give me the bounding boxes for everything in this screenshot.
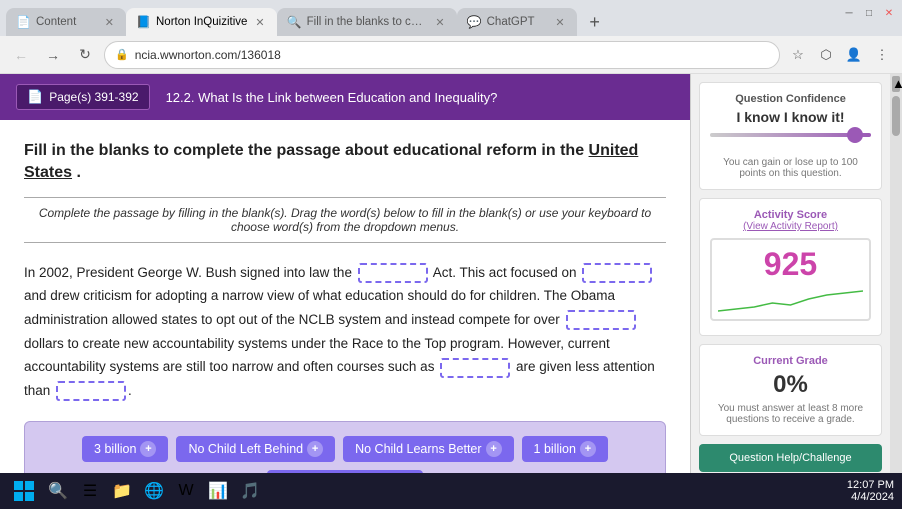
right-panel: Question Confidence I know I know it! Yo… [690,74,890,509]
grade-title: Current Grade [710,355,871,367]
blank-2[interactable] [582,263,652,283]
blank-4[interactable] [440,358,510,378]
extensions-button[interactable]: ⬡ [814,43,838,67]
new-tab-button[interactable]: + [581,8,609,36]
taskbar-word[interactable]: W [172,477,200,505]
quiz-title-end: . [76,164,80,181]
blank-1[interactable] [358,263,428,283]
confidence-note: You can gain or lose up to 100 points on… [710,157,871,179]
blank-5[interactable] [56,381,126,401]
page-badge-icon: 📄 [27,89,43,105]
maximize-button[interactable]: □ [860,4,878,22]
taskbar-app2[interactable]: 🎵 [236,477,264,505]
word-chip-1billion-plus: + [580,441,596,457]
tab-chatgpt[interactable]: 💬 ChatGPT ✕ [457,8,577,36]
tab-norton-close[interactable]: ✕ [253,14,266,31]
tab-content-title: Content [36,16,97,28]
time: 12:07 PM [847,479,894,491]
minimize-button[interactable]: ─ [840,4,858,22]
taskbar-widgets[interactable]: ☰ [76,477,104,505]
browser-chrome: 📄 Content ✕ 📘 Norton InQuizitive ✕ 🔍 Fil… [0,0,902,74]
help-challenge-button[interactable]: Question Help/Challenge [699,444,882,472]
tab-norton-title: Norton InQuizitive [156,16,247,28]
word-chip-1billion[interactable]: 1 billion + [522,436,608,462]
taskbar-edge[interactable]: 🌐 [140,477,168,505]
quiz-content: Fill in the blanks to complete the passa… [0,120,690,509]
tab-content[interactable]: 📄 Content ✕ [6,8,126,36]
address-text: ncia.wwnorton.com/136018 [135,48,769,62]
close-button[interactable]: ✕ [880,4,898,22]
confidence-card: Question Confidence I know I know it! Yo… [699,82,882,190]
refresh-button[interactable]: ↻ [72,42,98,68]
tab-fill-close[interactable]: ✕ [433,14,446,31]
header-bar: 📄 Page(s) 391-392 12.2. What Is the Link… [0,74,690,120]
forward-button[interactable]: → [40,42,66,68]
tab-chatgpt-close[interactable]: ✕ [553,14,566,31]
blank-3[interactable] [566,310,636,330]
grade-note: You must answer at least 8 more question… [710,403,871,425]
score-value: 925 [764,246,817,282]
address-bar[interactable]: 🔒 ncia.wwnorton.com/136018 [104,41,780,69]
start-button[interactable] [8,475,40,507]
tab-content-favicon: 📄 [16,15,30,29]
quiz-title-text: Fill in the blanks to complete the passa… [24,142,584,159]
word-chip-nclb-label: No Child Left Behind [188,442,303,456]
word-chip-nclb[interactable]: No Child Left Behind + [176,436,335,462]
tab-norton[interactable]: 📘 Norton InQuizitive ✕ [126,8,277,36]
activity-card: Activity Score (View Activity Report) 92… [699,198,882,336]
taskbar-search[interactable]: 🔍 [44,477,72,505]
grade-value: 0% [710,371,871,399]
scroll-thumb[interactable] [892,96,900,136]
word-chip-3billion[interactable]: 3 billion + [82,436,168,462]
word-chip-3billion-plus: + [140,441,156,457]
taskbar: 🔍 ☰ 📁 🌐 W 📊 🎵 12:07 PM 4/4/2024 [0,473,902,509]
profile-button[interactable]: 👤 [842,43,866,67]
tab-content-close[interactable]: ✕ [103,14,116,31]
word-chip-1billion-label: 1 billion [534,442,576,456]
taskbar-app1[interactable]: 📊 [204,477,232,505]
grade-card: Current Grade 0% You must answer at leas… [699,344,882,436]
nav-bar: ← → ↻ 🔒 ncia.wwnorton.com/136018 ☆ ⬡ 👤 ⋮ [0,36,902,74]
confidence-value: I know I know it! [710,109,871,125]
back-button[interactable]: ← [8,42,34,68]
score-display: 925 [710,238,871,321]
tab-fill[interactable]: 🔍 Fill in the blanks to complete t... ✕ [277,8,457,36]
activity-report-link[interactable]: (View Activity Report) [710,221,871,232]
scrollbar[interactable]: ▲ ▼ [890,74,902,509]
word-chip-nclbetter-label: No Child Learns Better [355,442,481,456]
taskbar-time: 12:07 PM 4/4/2024 [847,479,894,503]
tab-fill-title: Fill in the blanks to complete t... [307,16,428,28]
word-chip-nclb-plus: + [307,441,323,457]
word-chip-3billion-label: 3 billion [94,442,136,456]
quiz-title: Fill in the blanks to complete the passa… [24,140,666,185]
bookmark-button[interactable]: ☆ [786,43,810,67]
page-badge: 📄 Page(s) 391-392 [16,84,150,110]
slider-thumb[interactable] [847,127,863,143]
date: 4/4/2024 [847,491,894,503]
taskbar-file-explorer[interactable]: 📁 [108,477,136,505]
activity-title: Activity Score [710,209,871,221]
passage-text: In 2002, President George W. Bush signed… [24,261,666,403]
taskbar-right: 12:07 PM 4/4/2024 [847,479,894,503]
chapter-title: 12.2. What Is the Link between Education… [166,90,498,105]
word-chip-nclbetter[interactable]: No Child Learns Better + [343,436,513,462]
quiz-instruction: Complete the passage by filling in the b… [24,197,666,243]
window-controls: ─ □ ✕ [840,4,898,22]
confidence-title: Question Confidence [710,93,871,105]
score-chart [718,283,863,313]
nav-actions: ☆ ⬡ 👤 ⋮ [786,43,894,67]
tab-chatgpt-title: ChatGPT [487,16,548,28]
word-chip-nclbetter-plus: + [486,441,502,457]
tab-bar: 📄 Content ✕ 📘 Norton InQuizitive ✕ 🔍 Fil… [0,0,902,36]
tab-norton-favicon: 📘 [136,15,150,29]
content-area: 📄 Page(s) 391-392 12.2. What Is the Link… [0,74,690,509]
tab-chatgpt-favicon: 💬 [467,15,481,29]
page-range: Page(s) 391-392 [49,90,138,104]
menu-button[interactable]: ⋮ [870,43,894,67]
main-area: 📄 Page(s) 391-392 12.2. What Is the Link… [0,74,902,509]
lock-icon: 🔒 [115,48,129,61]
tab-fill-favicon: 🔍 [287,15,301,29]
scroll-up-arrow[interactable]: ▲ [892,76,900,92]
confidence-slider[interactable] [710,133,871,153]
